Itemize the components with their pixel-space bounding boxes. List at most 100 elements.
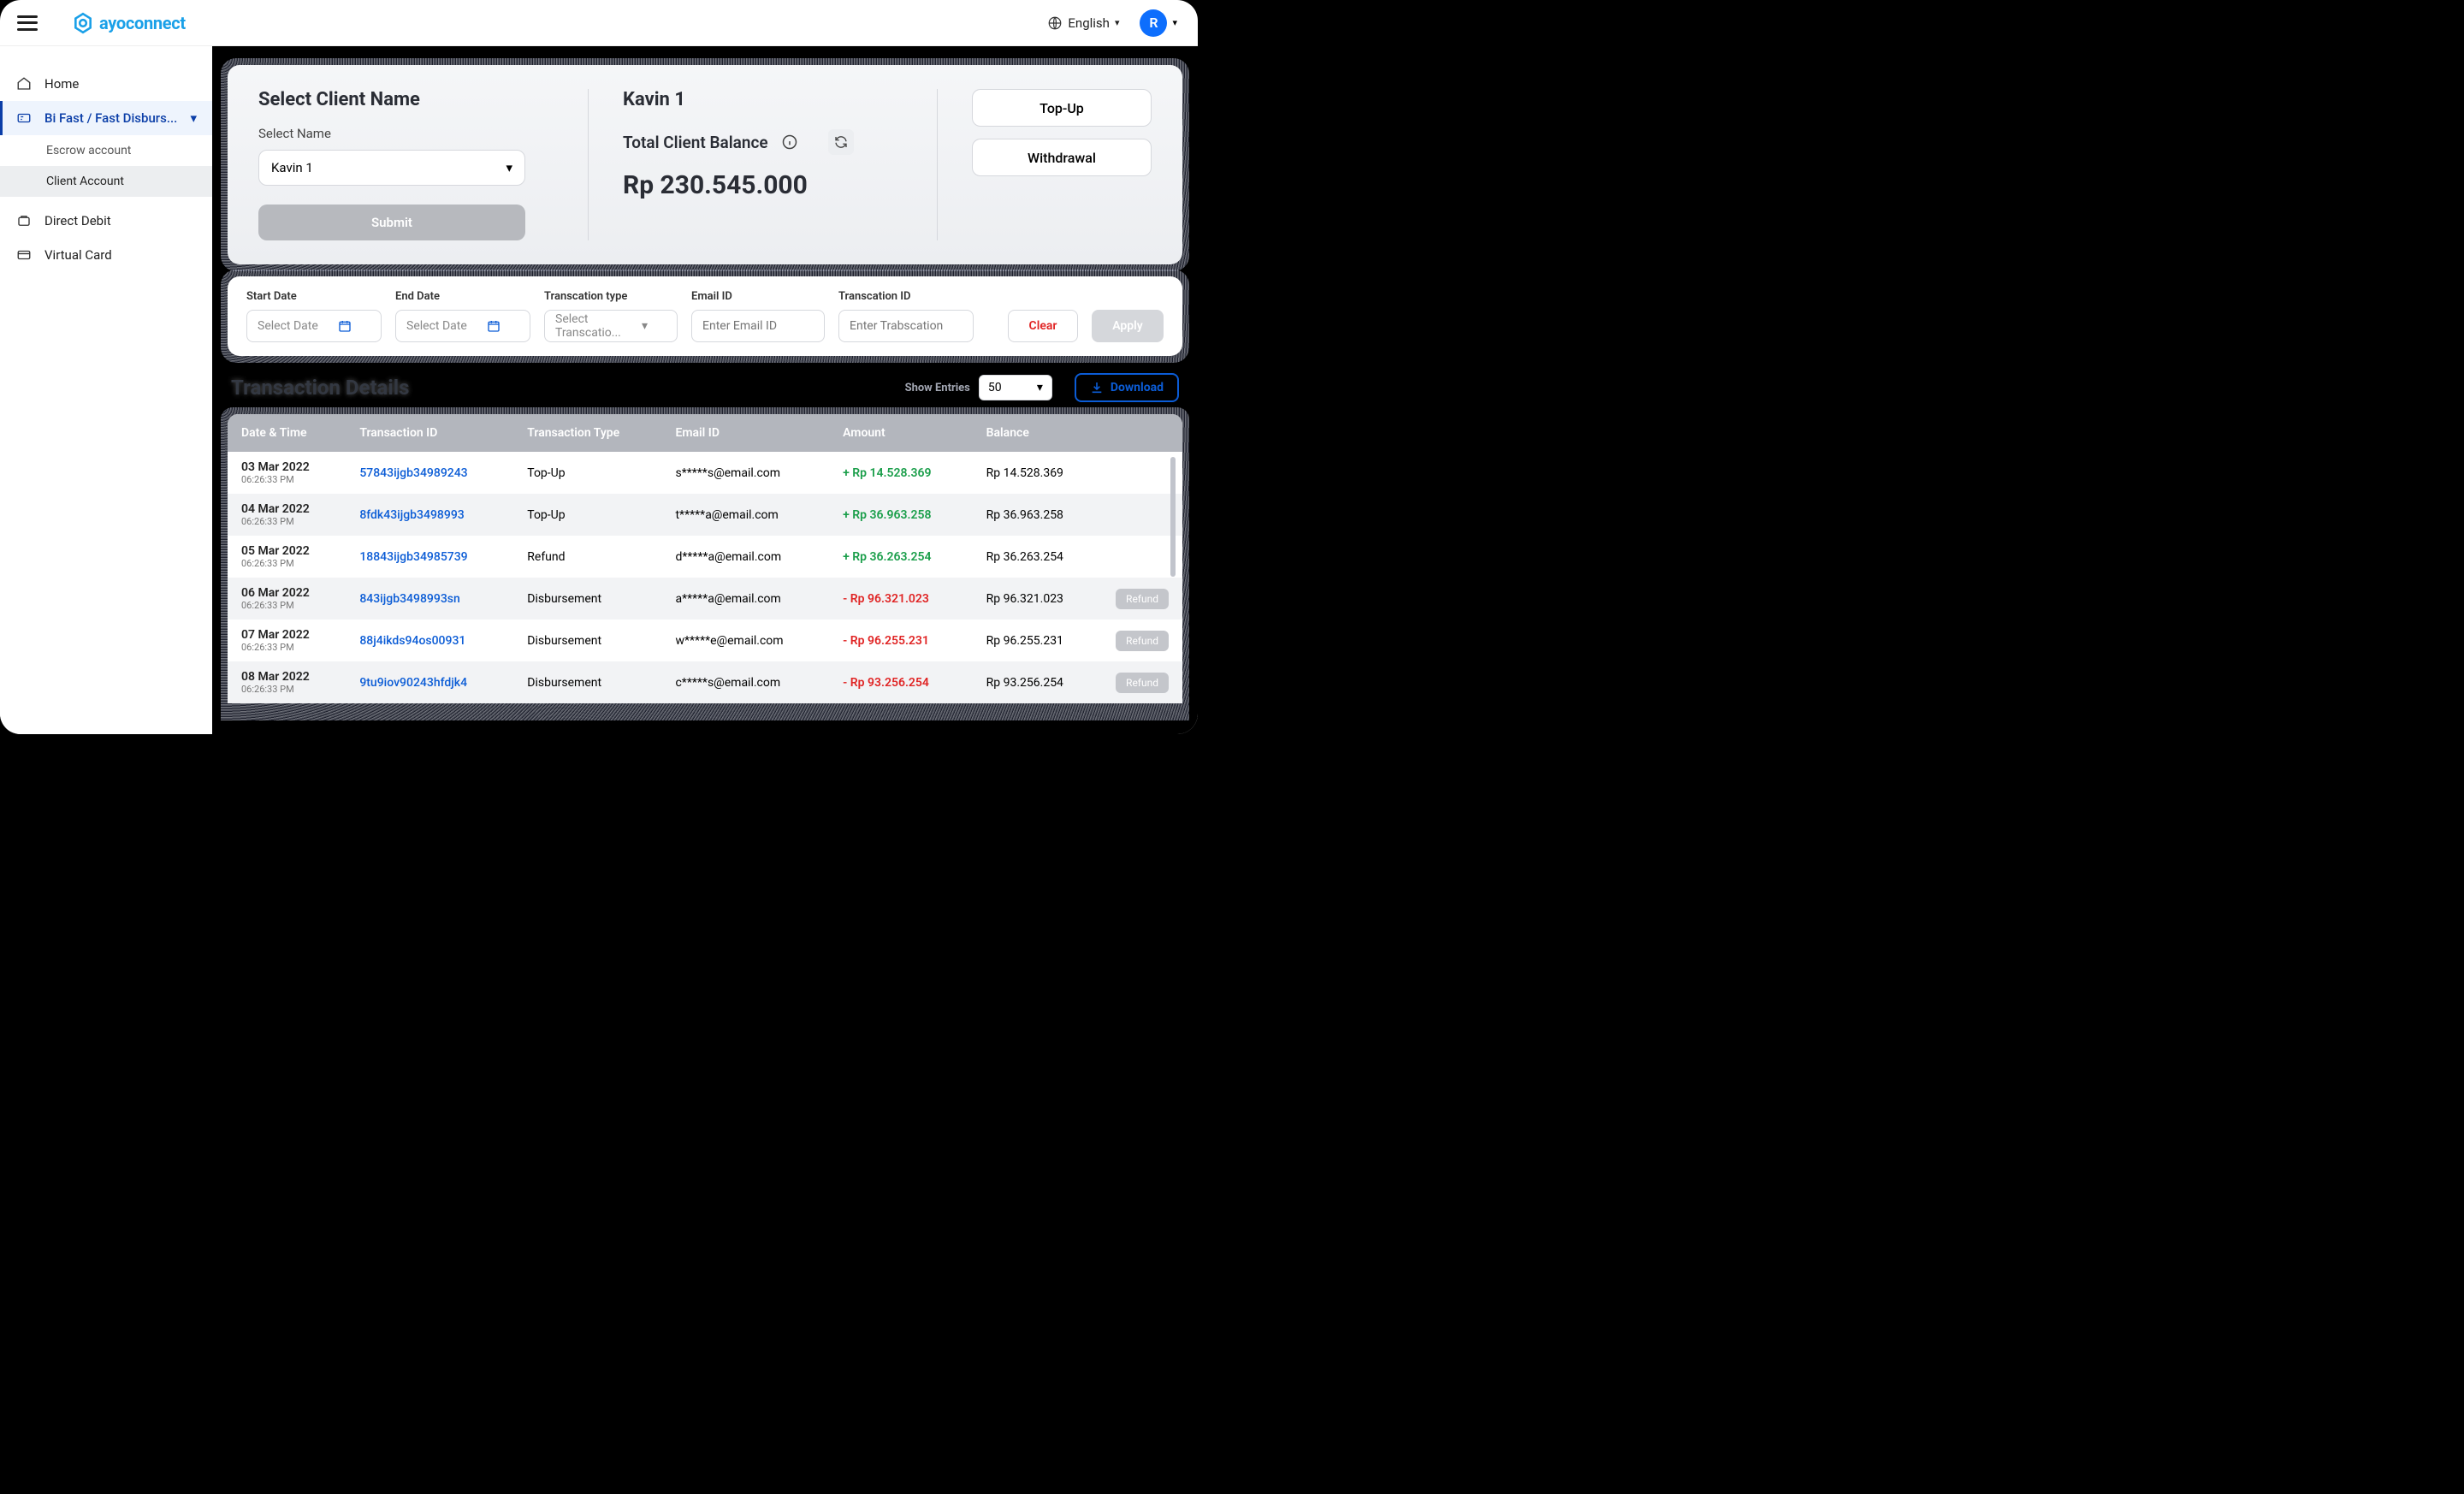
chevron-down-icon: ▾ (1115, 17, 1120, 28)
col-txid: Transaction ID (346, 414, 513, 452)
topup-button[interactable]: Top-Up (972, 89, 1152, 127)
select-name-label: Select Name (258, 126, 554, 141)
transaction-id-field[interactable] (850, 319, 944, 333)
caret-down-icon: ▾ (506, 160, 512, 175)
row-type: Top-Up (513, 494, 661, 536)
placeholder-text: Select Date (258, 319, 318, 333)
brand-logo[interactable]: ayoconnect (72, 12, 186, 34)
row-date: 08 Mar 2022 (241, 670, 332, 684)
row-time: 06:26:33 PM (241, 474, 332, 485)
download-icon (1090, 381, 1104, 394)
row-email: t*****a@email.com (661, 494, 829, 536)
row-time: 06:26:33 PM (241, 684, 332, 695)
row-date: 05 Mar 2022 (241, 544, 332, 558)
sidebar-sub-escrow[interactable]: Escrow account (0, 135, 212, 166)
clear-button[interactable]: Clear (1008, 310, 1078, 342)
col-amount: Amount (829, 414, 973, 452)
placeholder-text: Select Date (406, 319, 467, 333)
transaction-type-select[interactable]: Select Transcatio... ▾ (544, 310, 678, 342)
home-icon (15, 75, 33, 92)
refund-button[interactable]: Refund (1116, 673, 1169, 693)
filter-panel: Start Date Select Date End Date Select D… (228, 276, 1182, 356)
submit-button[interactable]: Submit (258, 205, 525, 240)
row-type: Disbursement (513, 661, 661, 703)
entries-select[interactable]: 50 ▾ (979, 375, 1052, 400)
row-amount: - Rp 96.321.023 (843, 592, 929, 606)
balance-label: Total Client Balance (623, 133, 768, 152)
table-row: 08 Mar 202206:26:33 PM 9tu9iov90243hfdjk… (228, 661, 1182, 703)
row-balance: Rp 36.263.254 (973, 536, 1102, 578)
hamburger-menu-icon[interactable] (17, 15, 38, 31)
balance-amount: Rp 230.545.000 (623, 170, 903, 200)
transaction-id-link[interactable]: 9tu9iov90243hfdjk4 (359, 676, 467, 690)
email-label: Email ID (691, 290, 825, 303)
sidebar-sub-label: Escrow account (46, 144, 131, 157)
row-email: w*****e@email.com (661, 620, 829, 661)
globe-icon (1047, 15, 1063, 31)
row-balance: Rp 96.321.023 (973, 578, 1102, 620)
disbursement-icon (15, 110, 33, 127)
row-amount: + Rp 14.528.369 (843, 466, 931, 480)
row-balance: Rp 14.528.369 (973, 452, 1102, 494)
language-selector[interactable]: English ▾ (1047, 15, 1119, 31)
download-button[interactable]: Download (1075, 373, 1179, 402)
sidebar-item-bifast[interactable]: Bi Fast / Fast Disburs... ▾ (0, 101, 212, 135)
table-row: 04 Mar 202206:26:33 PM 8fdk43ijgb3498993… (228, 494, 1182, 536)
row-time: 06:26:33 PM (241, 642, 332, 653)
sidebar-sub-client-account[interactable]: Client Account (0, 166, 212, 197)
table-row: 03 Mar 202206:26:33 PM 57843ijgb34989243… (228, 452, 1182, 494)
transaction-id-link[interactable]: 57843ijgb34989243 (359, 466, 467, 480)
start-date-label: Start Date (246, 290, 382, 303)
row-amount: - Rp 96.255.231 (843, 634, 929, 648)
end-date-label: End Date (395, 290, 530, 303)
logo-icon (72, 12, 94, 34)
transaction-id-link[interactable]: 843ijgb3498993sn (359, 592, 459, 606)
sidebar-item-direct-debit[interactable]: Direct Debit (0, 204, 212, 238)
transaction-details-title: Transaction Details (231, 376, 409, 400)
row-balance: Rp 36.963.258 (973, 494, 1102, 536)
card-icon (15, 246, 33, 264)
refresh-icon[interactable] (828, 129, 854, 155)
selected-client: Kavin 1 (271, 160, 313, 175)
language-label: English (1068, 15, 1110, 31)
row-type: Refund (513, 536, 661, 578)
transaction-id-link[interactable]: 18843ijgb34985739 (359, 550, 467, 564)
table-row: 06 Mar 202206:26:33 PM 843ijgb3498993sn … (228, 578, 1182, 620)
transaction-id-label: Transcation ID (838, 290, 974, 303)
sidebar-item-home[interactable]: Home (0, 67, 212, 101)
info-icon[interactable] (780, 133, 799, 151)
start-date-input[interactable]: Select Date (246, 310, 382, 342)
apply-button[interactable]: Apply (1092, 310, 1164, 342)
row-type: Top-Up (513, 452, 661, 494)
sidebar-item-label: Home (44, 76, 79, 92)
row-email: s*****s@email.com (661, 452, 829, 494)
chevron-down-icon: ▾ (190, 110, 197, 126)
direct-debit-icon (15, 212, 33, 229)
scrollbar[interactable] (1170, 457, 1176, 637)
sidebar-item-label: Virtual Card (44, 247, 112, 263)
divider (588, 89, 589, 240)
end-date-input[interactable]: Select Date (395, 310, 530, 342)
main-content: Select Client Name Select Name Kavin 1 ▾… (212, 46, 1198, 734)
transaction-id-link[interactable]: 88j4ikds94os00931 (359, 634, 465, 648)
transaction-id-input[interactable] (838, 310, 974, 342)
sidebar-item-virtual-card[interactable]: Virtual Card (0, 238, 212, 272)
row-type: Disbursement (513, 578, 661, 620)
transaction-id-link[interactable]: 8fdk43ijgb3498993 (359, 508, 464, 522)
refund-button[interactable]: Refund (1116, 589, 1169, 609)
avatar: R (1140, 9, 1167, 37)
email-field[interactable] (702, 319, 795, 333)
refund-button[interactable]: Refund (1116, 631, 1169, 651)
sidebar: Home Bi Fast / Fast Disburs... ▾ Escrow … (0, 46, 212, 734)
withdrawal-button[interactable]: Withdrawal (972, 139, 1152, 176)
row-date: 07 Mar 2022 (241, 628, 332, 642)
divider (937, 89, 938, 240)
chevron-down-icon: ▾ (642, 319, 648, 333)
brand-text: ayoconnect (99, 13, 186, 33)
email-input[interactable] (691, 310, 825, 342)
chevron-down-icon: ▾ (1037, 381, 1043, 394)
client-name-select[interactable]: Kavin 1 ▾ (258, 150, 525, 186)
row-time: 06:26:33 PM (241, 600, 332, 611)
user-menu[interactable]: R ▾ (1140, 9, 1177, 37)
row-type: Disbursement (513, 620, 661, 661)
